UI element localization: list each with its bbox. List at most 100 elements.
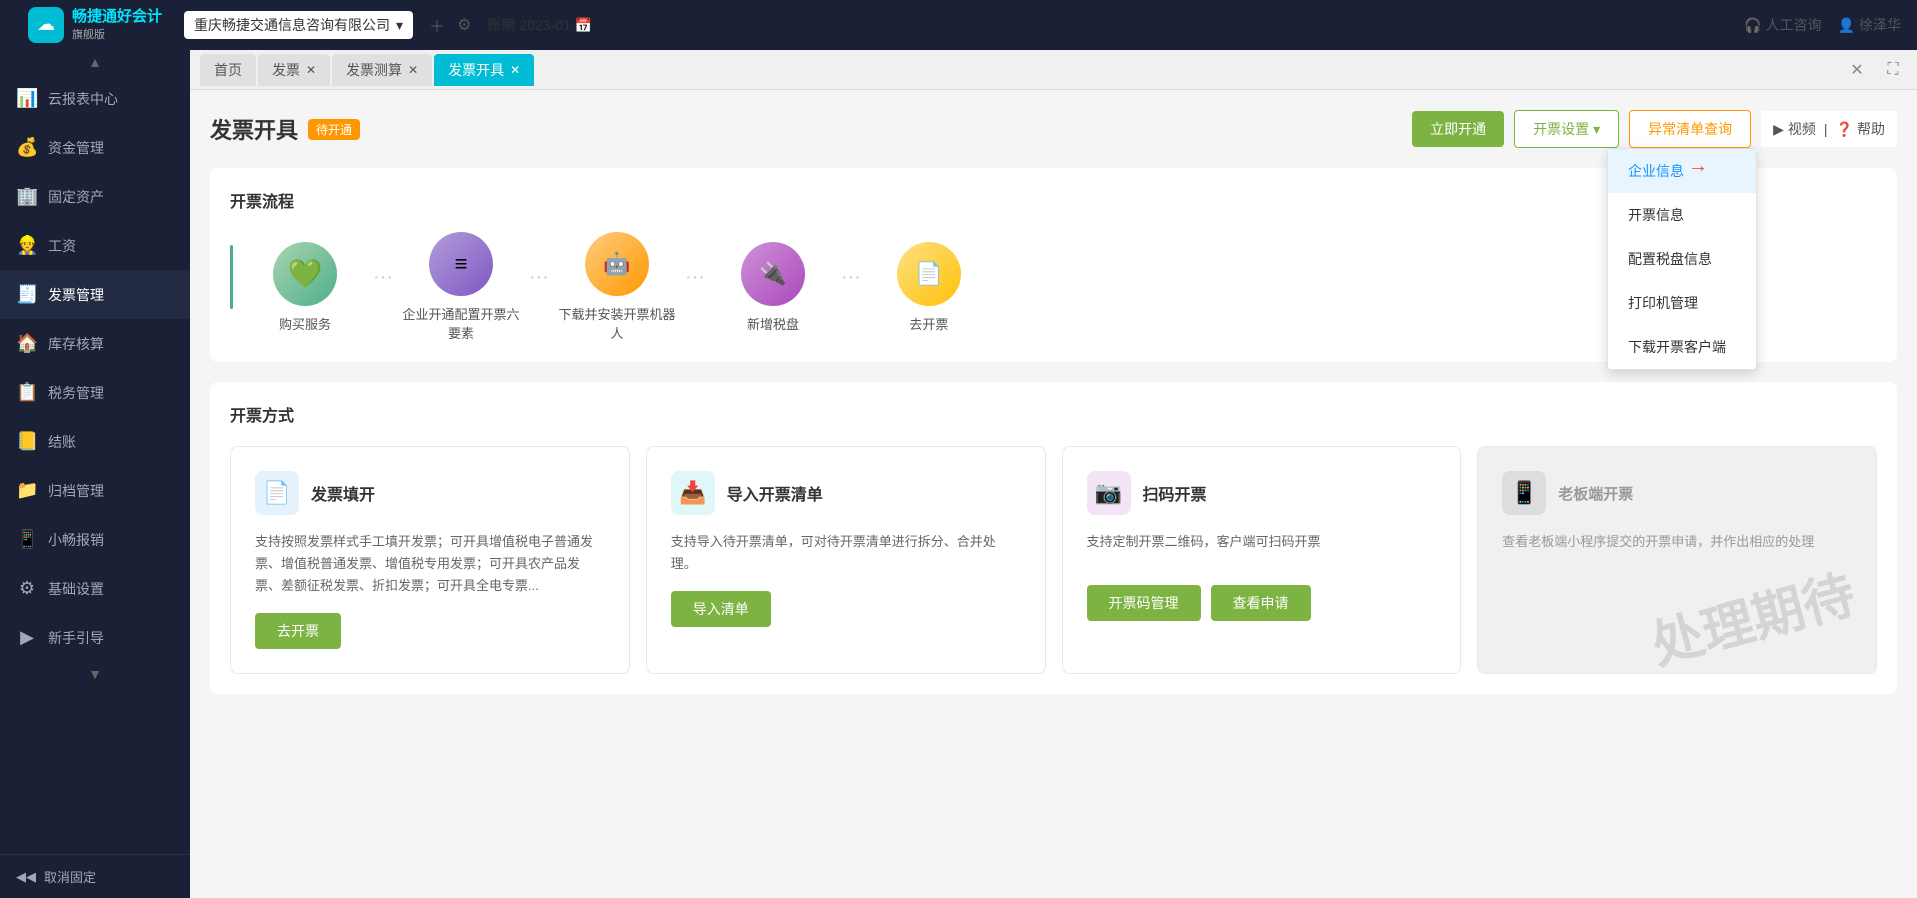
company-selector[interactable]: 重庆畅捷交通信息咨询有限公司 ▾ [184,11,413,39]
sidebar-item-expense[interactable]: 📱 小畅报销 [0,515,190,564]
sidebar-item-archive[interactable]: 📁 归档管理 [0,466,190,515]
sidebar-item-settings[interactable]: ⚙ 基础设置 [0,564,190,613]
fund-icon: 💰 [16,137,38,158]
archive-icon: 📁 [16,480,38,501]
sidebar-scroll-down[interactable]: ▼ [0,662,190,686]
avatar-icon: 👤 [1838,17,1855,34]
logo-area: ☁ 畅捷通好会计 旗舰版 [16,0,174,52]
watermark: 处理期待 [1642,553,1862,675]
sidebar-item-label: 云报表中心 [48,89,118,109]
flow-label-5: 去开票 [909,314,948,333]
method-desc-scan: 支持定制开票二维码，客户端可扫码开票 [1087,531,1437,553]
method-btn-fill[interactable]: 去开票 [255,613,341,649]
flow-arrow-1: ··· [373,266,393,309]
flow-step-2: ≡ 企业开通配置开票六要素 [401,232,521,342]
sidebar-item-cloud-reports[interactable]: 📊 云报表中心 [0,74,190,123]
close-window-button[interactable]: ✕ [1843,56,1871,84]
help-label: 帮助 [1857,119,1885,139]
tab-invoice-issue[interactable]: 发票开具 ✕ [434,54,534,86]
main-area: ▲ 📊 云报表中心 💰 资金管理 🏢 固定资产 👷 工资 🧾 发票管理 [0,50,1917,898]
exception-button[interactable]: 异常清单查询 [1629,110,1751,148]
tab-close-icon[interactable]: ✕ [408,63,418,77]
flow-icon-1: 💚 [288,257,323,290]
sidebar-item-guide[interactable]: ▶ 新手引导 [0,613,190,662]
sidebar-item-label: 新手引导 [48,628,104,648]
sidebar-item-tax-management[interactable]: 📋 税务管理 [0,368,190,417]
method-title-boss: 老板端开票 [1558,483,1633,504]
closing-icon: 📒 [16,431,38,452]
flow-label-2: 企业开通配置开票六要素 [401,304,521,342]
maximize-window-button[interactable]: ⛶ [1879,56,1907,84]
cancel-pin-button[interactable]: ◀◀ 取消固定 [0,855,190,898]
logo-name: 畅捷通好会计 [72,8,162,26]
dropdown-arrow: → [1688,155,1708,178]
method-title-import: 导入开票清单 [727,481,823,505]
page-header: 发票开具 待开通 立即开通 开票设置 ▾ 异常清单查询 ▶ 视频 | [210,110,1897,148]
sidebar-item-invoice-management[interactable]: 🧾 发票管理 [0,270,190,319]
method-icon-fill: 📄 [255,471,299,515]
settings-icon[interactable]: ⚙ [457,15,471,35]
headset-icon: 🎧 [1744,17,1761,34]
sidebar-item-label: 基础设置 [48,579,104,599]
tab-invoice-estimate[interactable]: 发票测算 ✕ [332,54,432,86]
question-icon: ❓ [1836,121,1853,138]
method-btn-scan-manage[interactable]: 开票码管理 [1087,585,1201,621]
tab-home[interactable]: 首页 [200,54,256,86]
tab-window-buttons: ✕ ⛶ [1843,56,1907,84]
tab-close-icon[interactable]: ✕ [510,63,520,77]
user-profile[interactable]: 👤 徐泽华 [1838,15,1901,35]
user-name: 徐泽华 [1859,15,1901,35]
cancel-label: 取消固定 [44,867,96,886]
flow-circle-1: 💚 [273,242,337,306]
dropdown-item-download-client[interactable]: 下载开票客户端 [1608,325,1756,369]
dropdown-item-company-info[interactable]: 企业信息 [1608,149,1756,193]
settings-sidebar-icon: ⚙ [16,578,38,599]
sidebar-item-label: 结账 [48,432,76,452]
flow-icon-3: 🤖 [603,251,630,277]
dropdown-item-tax-disk[interactable]: 配置税盘信息 [1608,237,1756,281]
activate-button[interactable]: 立即开通 [1412,111,1504,147]
flow-label-1: 购买服务 [279,314,331,333]
period-value: 2023-01 [519,17,570,33]
method-icon-import: 📥 [671,471,715,515]
settings-button[interactable]: 开票设置 ▾ [1514,110,1619,148]
flow-arrow-2: ··· [529,266,549,309]
video-help-button[interactable]: ▶ 视频 | ❓ 帮助 [1761,111,1897,147]
sidebar-item-fixed-assets[interactable]: 🏢 固定资产 [0,172,190,221]
method-card-fill: 📄 发票填开 支持按照发票样式手工填开发票；可开具增值税电子普通发票、增值税普通… [230,446,630,674]
support-button[interactable]: 🎧 人工咨询 [1744,15,1821,35]
sidebar-scroll-up[interactable]: ▲ [0,50,190,74]
method-icon-boss: 📱 [1502,471,1546,515]
top-bar-right: 🎧 人工咨询 👤 徐泽华 [1744,15,1901,35]
flow-circle-5: 📄 [897,242,961,306]
flow-label-4: 新增税盘 [747,314,799,333]
status-badge: 待开通 [308,119,360,140]
add-icon[interactable]: ＋ [429,13,445,37]
calendar-icon[interactable]: 📅 [575,17,592,34]
method-btn-import[interactable]: 导入清单 [671,591,771,627]
method-card-boss: 📱 老板端开票 查看老板端小程序提交的开票申请，并作出相应的处理 处理期待 [1477,446,1877,674]
sidebar-item-label: 发票管理 [48,285,104,305]
sidebar-item-inventory[interactable]: 🏠 库存核算 [0,319,190,368]
content-area: 首页 发票 ✕ 发票测算 ✕ 发票开具 ✕ ✕ ⛶ [190,50,1917,898]
method-btn-scan-view[interactable]: 查看申请 [1211,585,1311,621]
methods-section: 开票方式 📄 发票填开 支持按照发票样式手工填开发票；可开具增值税电子普通发票、… [210,382,1897,694]
sidebar-item-closing[interactable]: 📒 结账 [0,417,190,466]
method-header-fill: 📄 发票填开 [255,471,605,515]
sidebar-item-label: 库存核算 [48,334,104,354]
method-title-scan: 扫码开票 [1143,481,1207,505]
dropdown-item-invoice-info[interactable]: 开票信息 [1608,193,1756,237]
sidebar-item-payroll[interactable]: 👷 工资 [0,221,190,270]
flow-step-3: 🤖 下载并安装开票机器人 [557,232,677,342]
method-desc-fill: 支持按照发票样式手工填开发票；可开具增值税电子普通发票、增值税普通发票、增值税专… [255,531,605,597]
sidebar-item-label: 小畅报销 [48,530,104,550]
play-icon: ▶ [1773,121,1784,138]
method-icon-scan: 📷 [1087,471,1131,515]
tab-close-icon[interactable]: ✕ [306,63,316,77]
sidebar-item-fund-management[interactable]: 💰 资金管理 [0,123,190,172]
app-container: ☁ 畅捷通好会计 旗舰版 重庆畅捷交通信息咨询有限公司 ▾ ＋ ⚙ 账期 202… [0,0,1917,898]
tab-invoice[interactable]: 发票 ✕ [258,54,330,86]
dropdown-item-printer[interactable]: 打印机管理 [1608,281,1756,325]
sidebar: ▲ 📊 云报表中心 💰 资金管理 🏢 固定资产 👷 工资 🧾 发票管理 [0,50,190,898]
sidebar-item-label: 归档管理 [48,481,104,501]
